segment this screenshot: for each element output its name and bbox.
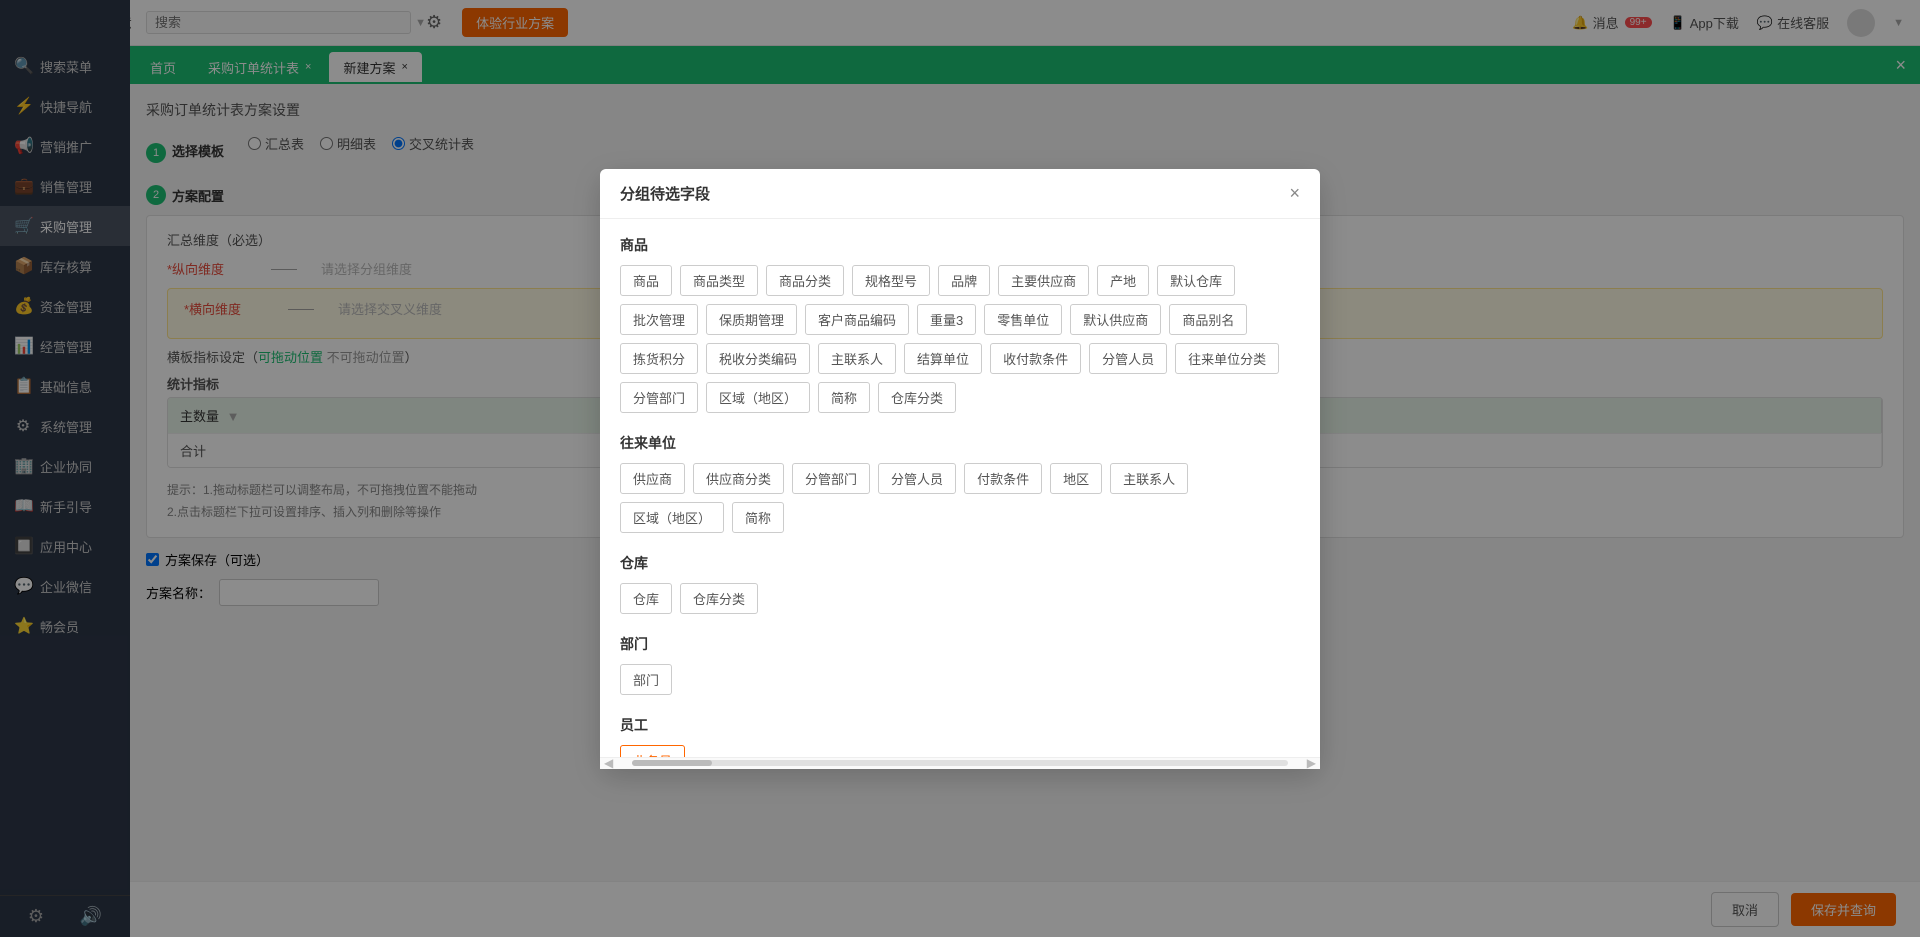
section-department: 部门 部门 [620,634,1300,695]
field-retail-unit[interactable]: 零售单位 [984,304,1062,335]
field-partner-person[interactable]: 分管人员 [878,463,956,494]
field-region-goods[interactable]: 区域（地区） [706,382,810,413]
field-brand[interactable]: 品牌 [938,265,990,296]
field-pick-points[interactable]: 拣货积分 [620,343,698,374]
field-default-supplier[interactable]: 默认供应商 [1070,304,1161,335]
field-batch-mgmt[interactable]: 批次管理 [620,304,698,335]
field-department[interactable]: 部门 [620,664,672,695]
modal: 分组待选字段 × 商品 商品 商品类型 商品分类 规格型号 品牌 主要供应商 产… [600,169,1320,769]
section-partner-title: 往来单位 [620,433,1300,453]
field-main-supplier[interactable]: 主要供应商 [998,265,1089,296]
section-partner: 往来单位 供应商 供应商分类 分管部门 分管人员 付款条件 地区 主联系人 区域… [620,433,1300,533]
partner-fields: 供应商 供应商分类 分管部门 分管人员 付款条件 地区 主联系人 区域（地区） … [620,463,1300,533]
section-warehouse: 仓库 仓库 仓库分类 [620,553,1300,614]
field-warehouse[interactable]: 仓库 [620,583,672,614]
field-default-warehouse[interactable]: 默认仓库 [1157,265,1235,296]
field-warehouse-cat[interactable]: 仓库分类 [878,382,956,413]
field-short-name[interactable]: 简称 [818,382,870,413]
field-customer-code[interactable]: 客户商品编码 [805,304,909,335]
field-payment-terms[interactable]: 收付款条件 [990,343,1081,374]
field-quality-mgmt[interactable]: 保质期管理 [706,304,797,335]
field-supplier[interactable]: 供应商 [620,463,685,494]
field-weight3[interactable]: 重量3 [917,304,976,335]
field-main-contact[interactable]: 主联系人 [818,343,896,374]
section-goods-title: 商品 [620,235,1300,255]
hscroll-left[interactable]: ◀ [604,756,632,770]
warehouse-fields: 仓库 仓库分类 [620,583,1300,614]
field-settlement-unit[interactable]: 结算单位 [904,343,982,374]
field-manager-person[interactable]: 分管人员 [1089,343,1167,374]
field-goods[interactable]: 商品 [620,265,672,296]
field-goods-type[interactable]: 商品类型 [680,265,758,296]
field-partner-contact[interactable]: 主联系人 [1110,463,1188,494]
field-supplier-cat[interactable]: 供应商分类 [693,463,784,494]
modal-hscroll[interactable]: ◀ ▶ [600,757,1320,769]
goods-fields: 商品 商品类型 商品分类 规格型号 品牌 主要供应商 产地 默认仓库 批次管理 … [620,265,1300,413]
employee-fields: 业务员 [620,745,1300,757]
section-employee-title: 员工 [620,715,1300,735]
section-goods: 商品 商品 商品类型 商品分类 规格型号 品牌 主要供应商 产地 默认仓库 批次… [620,235,1300,413]
field-partner-short[interactable]: 简称 [732,502,784,533]
dept-fields: 部门 [620,664,1300,695]
hscroll-right[interactable]: ▶ [1288,756,1316,770]
field-salesperson[interactable]: 业务员 [620,745,685,757]
field-goods-category[interactable]: 商品分类 [766,265,844,296]
field-partner-region[interactable]: 区域（地区） [620,502,724,533]
modal-body[interactable]: 商品 商品 商品类型 商品分类 规格型号 品牌 主要供应商 产地 默认仓库 批次… [600,219,1320,757]
field-goods-alias[interactable]: 商品别名 [1169,304,1247,335]
field-pay-terms[interactable]: 付款条件 [964,463,1042,494]
field-origin[interactable]: 产地 [1097,265,1149,296]
modal-overlay: 分组待选字段 × 商品 商品 商品类型 商品分类 规格型号 品牌 主要供应商 产… [0,0,1920,937]
section-dept-title: 部门 [620,634,1300,654]
hscroll-track[interactable] [632,760,1288,766]
field-spec-model[interactable]: 规格型号 [852,265,930,296]
field-area[interactable]: 地区 [1050,463,1102,494]
field-dept[interactable]: 分管部门 [620,382,698,413]
section-employee: 员工 业务员 [620,715,1300,757]
modal-header: 分组待选字段 × [600,169,1320,219]
field-partner-category[interactable]: 往来单位分类 [1175,343,1279,374]
field-partner-dept[interactable]: 分管部门 [792,463,870,494]
modal-title: 分组待选字段 [620,183,710,204]
section-warehouse-title: 仓库 [620,553,1300,573]
modal-close-button[interactable]: × [1289,184,1300,202]
field-tax-code[interactable]: 税收分类编码 [706,343,810,374]
field-warehouse-category[interactable]: 仓库分类 [680,583,758,614]
hscroll-thumb[interactable] [632,760,712,766]
